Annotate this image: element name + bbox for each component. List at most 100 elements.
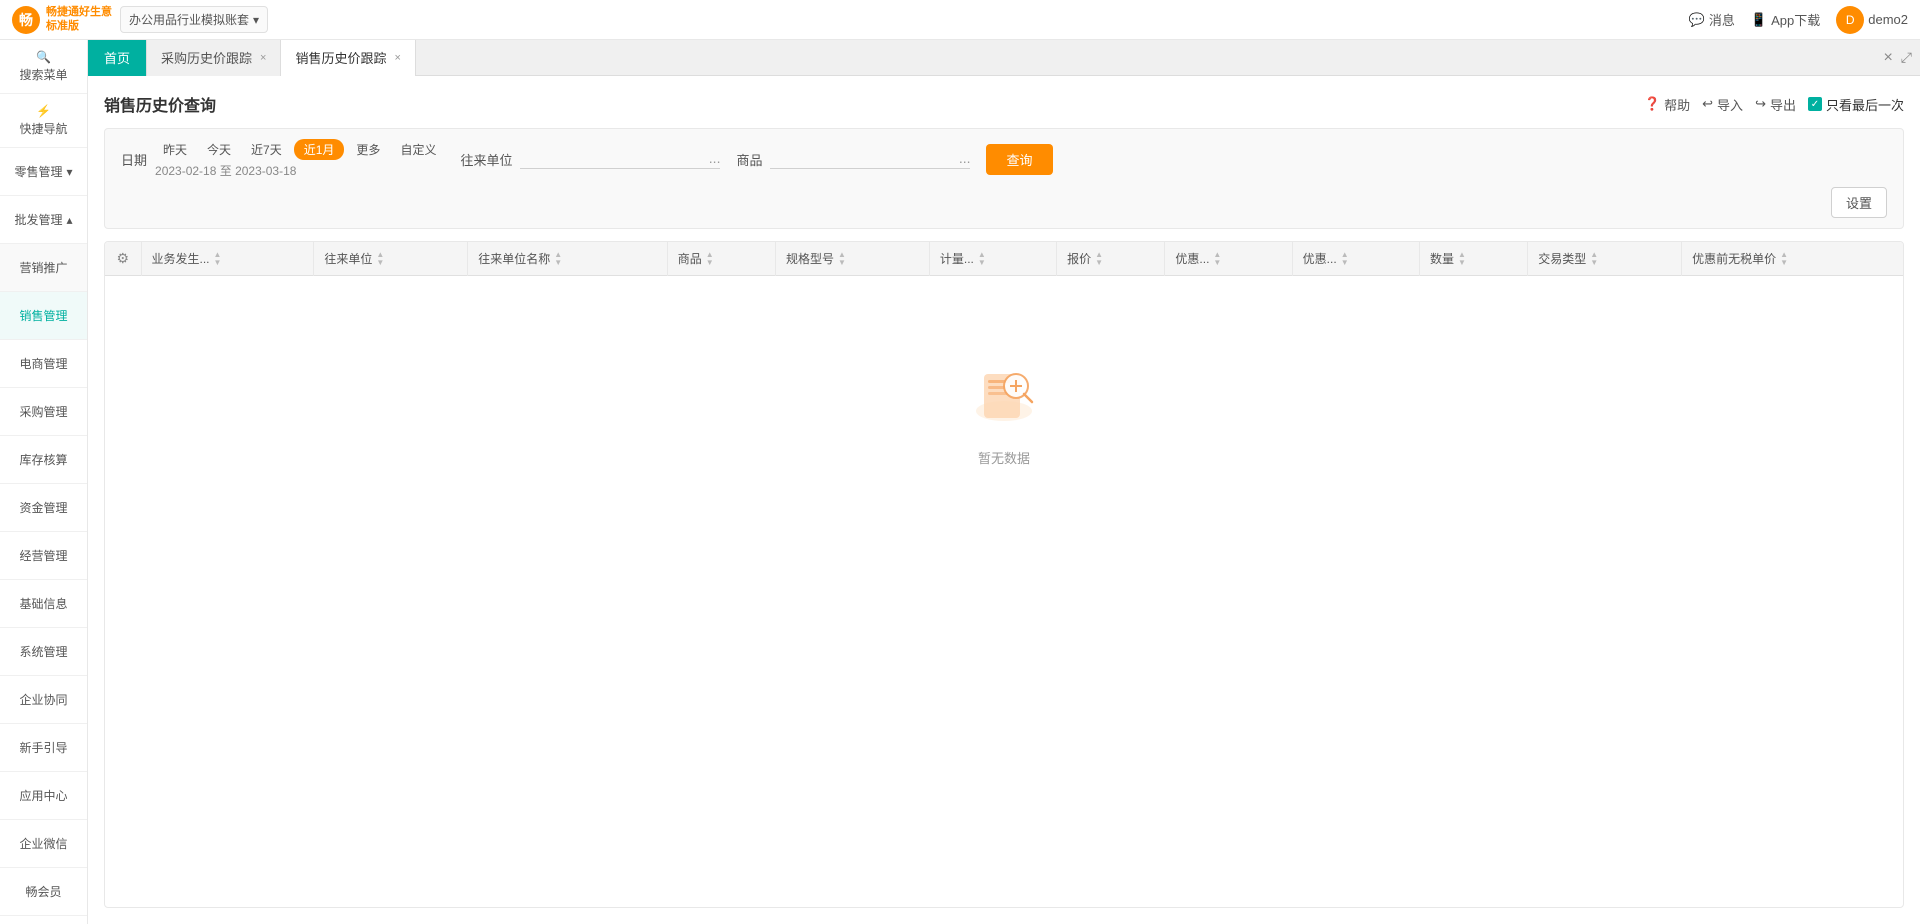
avatar: D <box>1836 6 1864 34</box>
sort-arrows-8: ▲▼ <box>1213 251 1221 267</box>
date-btn-custom[interactable]: 自定义 <box>392 139 444 160</box>
export-button[interactable]: ↪ 导出 <box>1755 95 1796 114</box>
search-icon: 🔍 <box>36 50 51 64</box>
empty-state: 暂无数据 <box>105 276 1903 547</box>
only-last-checkbox[interactable]: ✓ <box>1808 97 1822 111</box>
message-action[interactable]: 💬 消息 <box>1689 10 1735 29</box>
sidebar-item-ecommerce[interactable]: 电商管理 <box>0 340 87 388</box>
tab-sales[interactable]: 销售历史价跟踪 × <box>281 40 415 76</box>
app-download-action[interactable]: 📱 App下载 <box>1751 10 1820 29</box>
sort-arrows-9: ▲▼ <box>1341 251 1349 267</box>
page-header: 销售历史价查询 ❓ 帮助 ↩ 导入 ↪ 导出 <box>104 92 1904 116</box>
product-dots[interactable]: ... <box>959 150 971 166</box>
import-icon: ↩ <box>1702 96 1713 112</box>
main-layout: 🔍 搜索菜单 ⚡ 快捷导航 零售管理 ▾ 批发管理 ▴ 营销推广 销售管理 电商… <box>0 40 1920 924</box>
chevron-down-icon: ▾ <box>253 13 259 27</box>
sidebar-item-guide[interactable]: 新手引导 <box>0 724 87 772</box>
th-partner-name[interactable]: 往来单位名称 ▲▼ <box>468 242 668 276</box>
partner-input-wrapper: ... <box>520 150 720 169</box>
help-button[interactable]: ❓ 帮助 <box>1644 95 1690 114</box>
sidebar-item-app-center[interactable]: 应用中心 <box>0 772 87 820</box>
date-btn-more[interactable]: 更多 <box>348 139 388 160</box>
sidebar-item-search[interactable]: 🔍 搜索菜单 <box>0 40 87 94</box>
chevron-down-icon: ▾ <box>66 165 72 179</box>
sidebar-item-basic[interactable]: 基础信息 <box>0 580 87 628</box>
tab-purchase[interactable]: 采购历史价跟踪 × <box>147 40 281 76</box>
sidebar: 🔍 搜索菜单 ⚡ 快捷导航 零售管理 ▾ 批发管理 ▴ 营销推广 销售管理 电商… <box>0 40 88 924</box>
sidebar-item-operations[interactable]: 经营管理 <box>0 532 87 580</box>
date-btn-last7[interactable]: 近7天 <box>243 139 290 160</box>
product-filter-group: 商品 ... <box>736 150 970 169</box>
tab-home[interactable]: 首页 <box>88 40 147 76</box>
sort-arrows-12: ▲▼ <box>1780 251 1788 267</box>
th-partner-code[interactable]: 往来单位 ▲▼ <box>314 242 468 276</box>
sort-arrows-11: ▲▼ <box>1590 251 1598 267</box>
table-header-row: ⚙ 业务发生... ▲▼ 往来 <box>105 242 1903 276</box>
sort-arrows-3: ▲▼ <box>554 251 562 267</box>
date-btn-today[interactable]: 今天 <box>199 139 239 160</box>
date-options: 昨天 今天 近7天 近1月 更多 自定义 <box>155 139 444 160</box>
app-selector[interactable]: 办公用品行业模拟账套 ▾ <box>120 6 268 33</box>
th-product[interactable]: 商品 ▲▼ <box>667 242 775 276</box>
sort-arrows-7: ▲▼ <box>1095 251 1103 267</box>
th-trade-type[interactable]: 交易类型 ▲▼ <box>1528 242 1682 276</box>
sidebar-item-shortcut[interactable]: ⚡ 快捷导航 <box>0 94 87 148</box>
filter-row: 日期 昨天 今天 近7天 近1月 更多 自定义 202 <box>121 139 1887 179</box>
tab-close-purchase[interactable]: × <box>260 52 266 64</box>
settings-icon[interactable]: ⚙ <box>116 250 129 266</box>
chevron-up-icon: ▴ <box>66 213 72 227</box>
only-last-checkbox-wrapper[interactable]: ✓ 只看最后一次 <box>1808 95 1904 114</box>
th-quote[interactable]: 报价 ▲▼ <box>1057 242 1165 276</box>
data-table: ⚙ 业务发生... ▲▼ 往来 <box>105 242 1903 276</box>
product-input[interactable] <box>770 150 954 165</box>
sidebar-item-enterprise[interactable]: 企业协同 <box>0 676 87 724</box>
partner-dots[interactable]: ... <box>709 150 721 166</box>
sort-arrows-10: ▲▼ <box>1458 251 1466 267</box>
th-discount2[interactable]: 优惠... ▲▼ <box>1292 242 1419 276</box>
date-btn-last1m[interactable]: 近1月 <box>294 139 345 160</box>
th-qty[interactable]: 数量 ▲▼ <box>1419 242 1527 276</box>
import-button[interactable]: ↩ 导入 <box>1702 95 1743 114</box>
close-window-icon[interactable]: × <box>1883 49 1892 67</box>
tab-close-sales[interactable]: × <box>394 52 400 64</box>
shortcut-icon: ⚡ <box>36 104 51 118</box>
download-icon: 📱 <box>1751 12 1767 28</box>
sidebar-item-purchase[interactable]: 采购管理 <box>0 388 87 436</box>
sidebar-item-inventory[interactable]: 库存核算 <box>0 436 87 484</box>
message-icon: 💬 <box>1689 12 1705 28</box>
empty-icon <box>964 356 1044 436</box>
sort-arrows-4: ▲▼ <box>706 251 714 267</box>
right-panel: 首页 采购历史价跟踪 × 销售历史价跟踪 × × ⤢ 销售历史价查询 <box>88 40 1920 924</box>
logo-area: 畅 畅捷通好生意 标准版 <box>12 6 112 34</box>
sidebar-item-wholesale[interactable]: 批发管理 ▴ <box>0 196 87 244</box>
sidebar-item-marketing[interactable]: 营销推广 <box>0 244 87 292</box>
filter-bar: 日期 昨天 今天 近7天 近1月 更多 自定义 202 <box>104 128 1904 229</box>
th-unit[interactable]: 计量... ▲▼ <box>929 242 1056 276</box>
th-settings[interactable]: ⚙ <box>105 242 141 276</box>
logo-text: 畅捷通好生意 标准版 <box>46 6 112 32</box>
partner-input[interactable] <box>520 150 704 165</box>
empty-text: 暂无数据 <box>978 448 1030 467</box>
date-filter-group: 日期 昨天 今天 近7天 近1月 更多 自定义 202 <box>121 139 444 179</box>
query-button[interactable]: 查询 <box>986 144 1052 175</box>
th-pre-tax[interactable]: 优惠前无税单价 ▲▼ <box>1682 242 1903 276</box>
page-content: 销售历史价查询 ❓ 帮助 ↩ 导入 ↪ 导出 <box>88 76 1920 924</box>
tab-bar: 首页 采购历史价跟踪 × 销售历史价跟踪 × × ⤢ <box>88 40 1920 76</box>
settings-button[interactable]: 设置 <box>1831 187 1887 218</box>
user-area[interactable]: D demo2 <box>1836 6 1908 34</box>
sidebar-item-weixin[interactable]: 企业微信 <box>0 820 87 868</box>
fullscreen-icon[interactable]: ⤢ <box>1901 49 1912 66</box>
th-spec[interactable]: 规格型号 ▲▼ <box>776 242 930 276</box>
sidebar-item-finance[interactable]: 资金管理 <box>0 484 87 532</box>
date-btn-yesterday[interactable]: 昨天 <box>155 139 195 160</box>
sidebar-item-retail[interactable]: 零售管理 ▾ <box>0 148 87 196</box>
date-range-display: 2023-02-18 至 2023-03-18 <box>155 162 444 179</box>
sidebar-item-member[interactable]: 畅会员 <box>0 868 87 916</box>
sidebar-item-system[interactable]: 系统管理 <box>0 628 87 676</box>
product-label: 商品 <box>736 150 762 169</box>
th-biz-date[interactable]: 业务发生... ▲▼ <box>141 242 314 276</box>
sidebar-item-sales-mgmt[interactable]: 销售管理 <box>0 292 87 340</box>
partner-label: 往来单位 <box>460 150 512 169</box>
page-header-actions: ❓ 帮助 ↩ 导入 ↪ 导出 ✓ 只看最后一次 <box>1644 95 1904 114</box>
th-discount1[interactable]: 优惠... ▲▼ <box>1165 242 1292 276</box>
